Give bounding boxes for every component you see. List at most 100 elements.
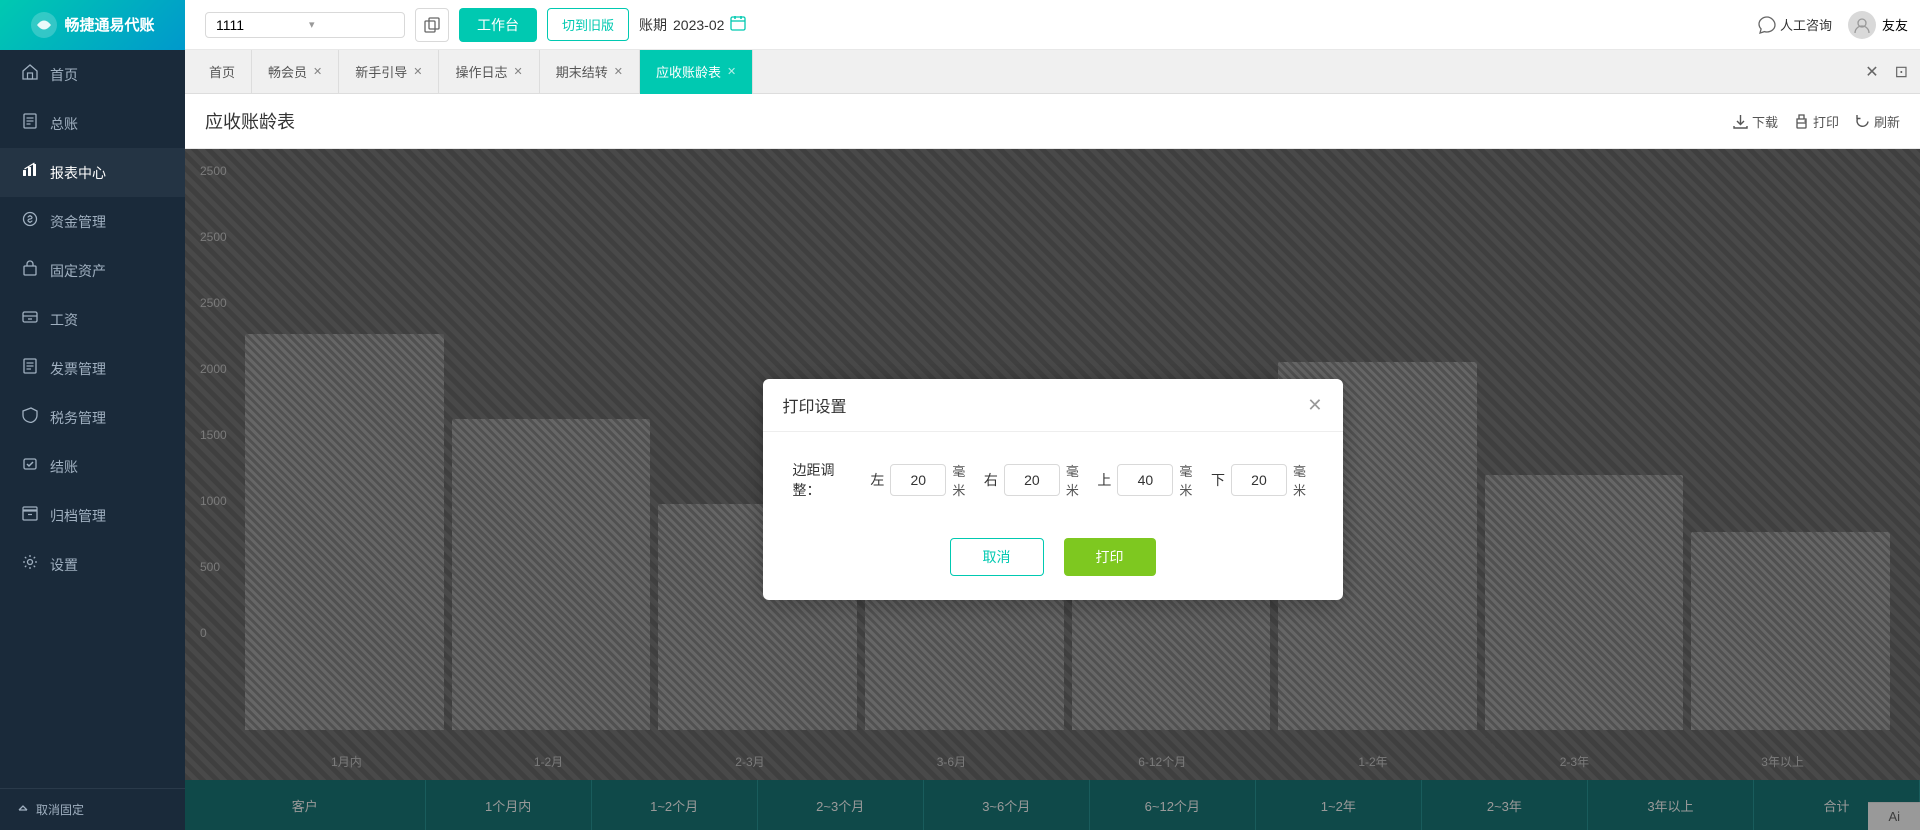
page-actions: 下载 打印 <box>1733 112 1900 131</box>
margin-row: 边距调整： 左 毫米 右 <box>793 460 1313 500</box>
top-input[interactable] <box>1117 464 1173 496</box>
sidebar-footer-label: 取消固定 <box>36 801 84 818</box>
left-unit: 毫米 <box>952 461 972 499</box>
tab-expand-button[interactable]: ⊡ <box>1891 58 1912 86</box>
period-value: 2023-02 <box>673 17 724 33</box>
refresh-button[interactable]: 刷新 <box>1855 112 1900 131</box>
print-button[interactable]: 打印 <box>1794 112 1839 131</box>
sidebar-label-home: 首页 <box>50 65 78 85</box>
sidebar-collapse-footer[interactable]: 取消固定 <box>0 788 185 830</box>
company-select[interactable]: 1111 ▾ <box>205 12 405 38</box>
tab-aging-close-icon[interactable]: ✕ <box>727 65 736 78</box>
download-label: 下载 <box>1752 112 1778 131</box>
sidebar-label-reports: 报表中心 <box>50 163 106 183</box>
tab-member-label: 畅会员 <box>268 62 307 81</box>
sidebar-label-invoice: 发票管理 <box>50 359 106 379</box>
main-content: 2500 2500 2500 2000 1500 1000 500 0 <box>185 149 1920 830</box>
company-arrow-icon: ▾ <box>309 18 394 31</box>
logo-text: 畅捷通易代账 <box>64 14 154 35</box>
sidebar-item-assets[interactable]: 固定资产 <box>0 246 185 295</box>
sidebar-item-settle[interactable]: 结账 <box>0 442 185 491</box>
tab-period-close[interactable]: 期末结转 ✕ <box>540 50 640 94</box>
archive-icon <box>20 505 40 526</box>
top-label: 上 <box>1097 470 1111 490</box>
sidebar-item-archive[interactable]: 归档管理 <box>0 491 185 540</box>
left-label: 左 <box>870 470 884 490</box>
dialog-body: 边距调整： 左 毫米 右 <box>763 432 1343 522</box>
tab-guide-label: 新手引导 <box>355 62 407 81</box>
consult-button[interactable]: 人工咨询 <box>1758 15 1832 34</box>
sidebar-item-reports[interactable]: 报表中心 <box>0 148 185 197</box>
download-button[interactable]: 下载 <box>1733 112 1778 131</box>
sidebar-item-funds[interactable]: 资金管理 <box>0 197 185 246</box>
settle-icon <box>20 456 40 477</box>
right-label: 右 <box>984 470 998 490</box>
workbench-button[interactable]: 工作台 <box>459 8 537 42</box>
tab-aging[interactable]: 应收账龄表 ✕ <box>640 50 753 94</box>
sidebar-item-home[interactable]: 首页 <box>0 50 185 99</box>
company-name: 1111 <box>216 17 301 33</box>
sidebar-item-invoice[interactable]: 发票管理 <box>0 344 185 393</box>
tab-oplog[interactable]: 操作日志 ✕ <box>439 50 539 94</box>
right-unit: 毫米 <box>1066 461 1086 499</box>
page-title: 应收账龄表 <box>205 108 295 134</box>
tab-period-close-icon[interactable]: ✕ <box>614 65 623 78</box>
confirm-print-button[interactable]: 打印 <box>1064 538 1156 576</box>
bottom-input[interactable] <box>1231 464 1287 496</box>
right-input[interactable] <box>1004 464 1060 496</box>
sidebar-label-settings: 设置 <box>50 555 78 575</box>
bottom-label: 下 <box>1211 470 1225 490</box>
margin-top-group: 上 毫米 <box>1097 461 1199 499</box>
period-text: 账期 <box>639 15 667 35</box>
invoice-icon <box>20 358 40 379</box>
home-icon <box>20 64 40 85</box>
dialog-header: 打印设置 ✕ <box>763 379 1343 432</box>
sidebar: 首页 总账 <box>0 50 185 830</box>
funds-icon <box>20 211 40 232</box>
print-label: 打印 <box>1813 112 1839 131</box>
copy-button[interactable] <box>415 8 449 42</box>
period-area: 账期 2023-02 <box>639 15 746 35</box>
tab-home[interactable]: 首页 <box>193 50 252 94</box>
sidebar-label-tax: 税务管理 <box>50 408 106 428</box>
tab-bar: 首页 畅会员 ✕ 新手引导 ✕ 操作日志 ✕ 期末结转 ✕ <box>185 50 1920 94</box>
sidebar-label-assets: 固定资产 <box>50 261 106 281</box>
user-area[interactable]: 友友 <box>1848 11 1908 39</box>
dialog-overlay: 打印设置 ✕ 边距调整： 左 毫米 <box>185 149 1920 830</box>
sidebar-item-settings[interactable]: 设置 <box>0 540 185 589</box>
sidebar-scroll: 首页 总账 <box>0 50 185 788</box>
salary-icon <box>20 309 40 330</box>
sidebar-label-settle: 结账 <box>50 457 78 477</box>
tab-period-close-label: 期末结转 <box>556 62 608 81</box>
logo: 畅捷通易代账 <box>0 0 185 50</box>
sidebar-item-ledger[interactable]: 总账 <box>0 99 185 148</box>
user-avatar <box>1848 11 1876 39</box>
sidebar-item-tax[interactable]: 税务管理 <box>0 393 185 442</box>
tax-icon <box>20 407 40 428</box>
switch-version-button[interactable]: 切到旧版 <box>547 8 629 41</box>
tab-guide-close-icon[interactable]: ✕ <box>413 65 422 78</box>
tab-home-label: 首页 <box>209 62 235 81</box>
calendar-icon[interactable] <box>730 15 746 34</box>
settings-icon <box>20 554 40 575</box>
tab-member[interactable]: 畅会员 ✕ <box>252 50 339 94</box>
tab-oplog-close-icon[interactable]: ✕ <box>514 65 523 78</box>
top-header: 畅捷通易代账 1111 ▾ 工作台 切到旧版 账期 2023-02 <box>0 0 1920 50</box>
tab-guide[interactable]: 新手引导 ✕ <box>339 50 439 94</box>
cancel-button[interactable]: 取消 <box>950 538 1044 576</box>
tab-close-window-button[interactable]: ✕ <box>1861 58 1882 86</box>
dialog-title: 打印设置 <box>783 393 847 417</box>
user-name: 友友 <box>1882 15 1908 34</box>
margin-bottom-group: 下 毫米 <box>1211 461 1313 499</box>
sidebar-label-archive: 归档管理 <box>50 506 106 526</box>
left-input[interactable] <box>890 464 946 496</box>
assets-icon <box>20 260 40 281</box>
consult-label: 人工咨询 <box>1780 15 1832 34</box>
header-right: 人工咨询 友友 <box>1758 11 1908 39</box>
tab-member-close-icon[interactable]: ✕ <box>313 65 322 78</box>
tab-oplog-label: 操作日志 <box>455 62 507 81</box>
sidebar-item-salary[interactable]: 工资 <box>0 295 185 344</box>
margin-right-group: 右 毫米 <box>984 461 1086 499</box>
sidebar-label-funds: 资金管理 <box>50 212 106 232</box>
dialog-close-button[interactable]: ✕ <box>1307 396 1322 414</box>
